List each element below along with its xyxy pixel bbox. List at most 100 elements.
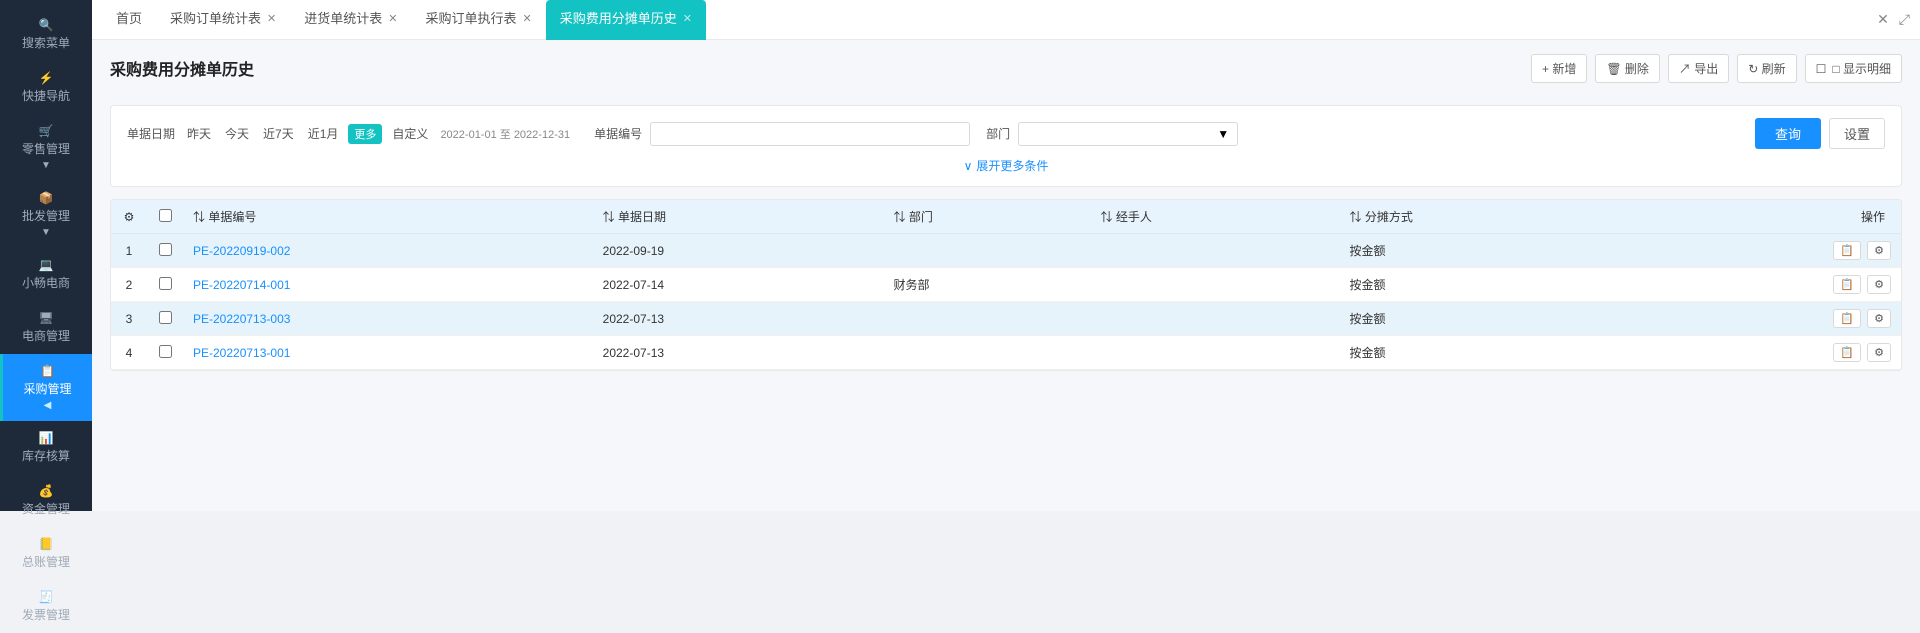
col-checkbox[interactable] xyxy=(147,200,183,234)
wholesale-icon: 📦 xyxy=(4,191,88,205)
row-view-button[interactable]: 📋 xyxy=(1833,275,1861,294)
tab-purchase-order-stats-close[interactable]: ✕ xyxy=(267,0,276,39)
sidebar-item-finance[interactable]: 💰 资金管理 xyxy=(0,474,92,527)
export-button[interactable]: ↗ 导出 xyxy=(1668,54,1729,83)
tab-purchase-exec[interactable]: 采购订单执行表 ✕ xyxy=(411,0,545,40)
sidebar-item-quicknav-label: 快捷导航 xyxy=(4,87,88,104)
sidebar-item-retail[interactable]: 🛒 零售管理 ▼ xyxy=(0,114,92,181)
ecommerce-small-icon: 💻 xyxy=(4,258,88,272)
row-checkbox[interactable] xyxy=(159,243,172,256)
tab-home-label: 首页 xyxy=(116,0,142,39)
delete-button[interactable]: 🗑 删除 xyxy=(1595,54,1660,83)
sidebar-item-ecommerce-small[interactable]: 💻 小畅电商 xyxy=(0,248,92,301)
row-checkbox-cell[interactable] xyxy=(147,336,183,370)
date-shortcut-today[interactable]: 今天 xyxy=(221,123,253,144)
row-more-button[interactable]: ⚙ xyxy=(1867,343,1891,362)
sidebar: 🔍 搜索菜单 ⚡ 快捷导航 🛒 零售管理 ▼ 📦 批发管理 ▼ 💻 小畅电商 🖥… xyxy=(0,0,92,511)
tab-home[interactable]: 首页 xyxy=(102,0,156,40)
gear-icon[interactable]: ⚙ xyxy=(124,210,135,224)
row-number-link[interactable]: PE-20220919-002 xyxy=(193,244,290,258)
content-area: 采购费用分摊单历史 + 新增 🗑 删除 ↗ 导出 ↻ 刷新 ☐ □ 显示明细 单… xyxy=(92,40,1920,511)
expand-row[interactable]: ∨ 展开更多条件 xyxy=(127,157,1885,174)
tab-inbound-stats-close[interactable]: ✕ xyxy=(388,0,397,39)
col-date: ⇅ 单据日期 xyxy=(593,200,884,234)
col-gear[interactable]: ⚙ xyxy=(111,200,147,234)
sidebar-item-retail-label: 零售管理 xyxy=(4,140,88,157)
tab-cost-split-history-close[interactable]: ✕ xyxy=(683,0,692,39)
date-shortcut-more[interactable]: 更多 xyxy=(348,124,382,144)
ecommerce-icon: 🖥 xyxy=(4,311,88,325)
row-number-link[interactable]: PE-20220714-001 xyxy=(193,278,290,292)
sidebar-item-ecommerce-small-label: 小畅电商 xyxy=(4,274,88,291)
select-all-checkbox[interactable] xyxy=(159,209,172,222)
sidebar-item-search[interactable]: 🔍 搜索菜单 xyxy=(0,8,92,61)
finance-icon: 💰 xyxy=(4,484,88,498)
search-menu-icon: 🔍 xyxy=(4,18,88,32)
sidebar-item-inventory[interactable]: 📊 库存核算 xyxy=(0,421,92,474)
row-actions: 📋 ⚙ xyxy=(1630,302,1901,336)
row-view-button[interactable]: 📋 xyxy=(1833,241,1861,260)
row-checkbox[interactable] xyxy=(159,277,172,290)
date-shortcut-custom[interactable]: 自定义 xyxy=(388,123,432,144)
row-view-button[interactable]: 📋 xyxy=(1833,309,1861,328)
row-checkbox[interactable] xyxy=(159,345,172,358)
row-number: PE-20220919-002 xyxy=(183,234,593,268)
add-button[interactable]: + 新增 xyxy=(1531,54,1587,83)
row-index: 3 xyxy=(111,302,147,336)
tab-purchase-exec-close[interactable]: ✕ xyxy=(523,0,532,39)
date-shortcut-yesterday[interactable]: 昨天 xyxy=(183,123,215,144)
sidebar-item-wholesale[interactable]: 📦 批发管理 ▼ xyxy=(0,181,92,248)
col-date-sort-icon: ⇅ xyxy=(603,210,615,224)
tab-bar: 首页 采购订单统计表 ✕ 进货单统计表 ✕ 采购订单执行表 ✕ 采购费用分摊单历… xyxy=(92,0,1920,40)
row-checkbox-cell[interactable] xyxy=(147,268,183,302)
tab-purchase-order-stats-label: 采购订单统计表 xyxy=(170,0,261,39)
refresh-button[interactable]: ↻ 刷新 xyxy=(1737,54,1796,83)
page-title: 采购费用分摊单历史 xyxy=(110,56,254,80)
tab-purchase-exec-label: 采购订单执行表 xyxy=(425,0,516,39)
row-index: 1 xyxy=(111,234,147,268)
col-method: ⇅ 分摊方式 xyxy=(1340,200,1631,234)
dept-select[interactable]: ▼ xyxy=(1018,122,1238,146)
tab-fullscreen-icon[interactable]: ⤢ xyxy=(1899,11,1910,28)
sidebar-item-search-label: 搜索菜单 xyxy=(4,34,88,51)
number-input[interactable] xyxy=(650,122,970,146)
sidebar-item-purchase[interactable]: 📋 采购管理 ◀ xyxy=(0,354,92,421)
row-view-button[interactable]: 📋 xyxy=(1833,343,1861,362)
sidebar-item-purchase-label: 采购管理 xyxy=(7,380,88,397)
row-more-button[interactable]: ⚙ xyxy=(1867,275,1891,294)
dept-label: 部门 xyxy=(986,125,1010,142)
sidebar-item-invoice[interactable]: 🧾 发票管理 xyxy=(0,580,92,633)
row-more-button[interactable]: ⚙ xyxy=(1867,241,1891,260)
show-detail-button[interactable]: ☐ □ 显示明细 xyxy=(1805,54,1902,83)
sidebar-item-ledger[interactable]: 📒 总账管理 xyxy=(0,527,92,580)
date-shortcut-7days[interactable]: 近7天 xyxy=(259,123,298,144)
table-row: 1 PE-20220919-002 2022-09-19 按金额 📋 ⚙ xyxy=(111,234,1901,268)
date-range-display: 2022-01-01 至 2022-12-31 xyxy=(440,126,570,142)
data-table: ⚙ ⇅ 单据编号 ⇅ 单据日期 xyxy=(110,199,1902,371)
invoice-icon: 🧾 xyxy=(4,590,88,604)
tab-cost-split-history[interactable]: 采购费用分摊单历史 ✕ xyxy=(546,0,706,40)
setting-button[interactable]: 设置 xyxy=(1829,118,1885,149)
row-handler xyxy=(1091,302,1340,336)
tab-close-all-icon[interactable]: ✕ xyxy=(1877,11,1889,28)
tab-purchase-order-stats[interactable]: 采购订单统计表 ✕ xyxy=(156,0,290,40)
row-checkbox-cell[interactable] xyxy=(147,302,183,336)
col-method-sort-icon: ⇅ xyxy=(1350,210,1362,224)
main-area: 首页 采购订单统计表 ✕ 进货单统计表 ✕ 采购订单执行表 ✕ 采购费用分摊单历… xyxy=(92,0,1920,511)
date-shortcut-1month[interactable]: 近1月 xyxy=(304,123,343,144)
row-number: PE-20220713-001 xyxy=(183,336,593,370)
search-button[interactable]: 查询 xyxy=(1755,118,1821,149)
search-area: 单据日期 昨天 今天 近7天 近1月 更多 自定义 2022-01-01 至 2… xyxy=(110,105,1902,187)
table-header-row: ⚙ ⇅ 单据编号 ⇅ 单据日期 xyxy=(111,200,1901,234)
sidebar-item-quicknav[interactable]: ⚡ 快捷导航 xyxy=(0,61,92,114)
row-checkbox-cell[interactable] xyxy=(147,234,183,268)
tab-inbound-stats[interactable]: 进货单统计表 ✕ xyxy=(290,0,411,40)
sidebar-item-ecommerce[interactable]: 🖥 电商管理 xyxy=(0,301,92,354)
row-dept xyxy=(883,336,1090,370)
row-handler xyxy=(1091,336,1340,370)
row-more-button[interactable]: ⚙ xyxy=(1867,309,1891,328)
row-number-link[interactable]: PE-20220713-003 xyxy=(193,312,290,326)
row-number-link[interactable]: PE-20220713-001 xyxy=(193,346,290,360)
retail-icon: 🛒 xyxy=(4,124,88,138)
row-checkbox[interactable] xyxy=(159,311,172,324)
